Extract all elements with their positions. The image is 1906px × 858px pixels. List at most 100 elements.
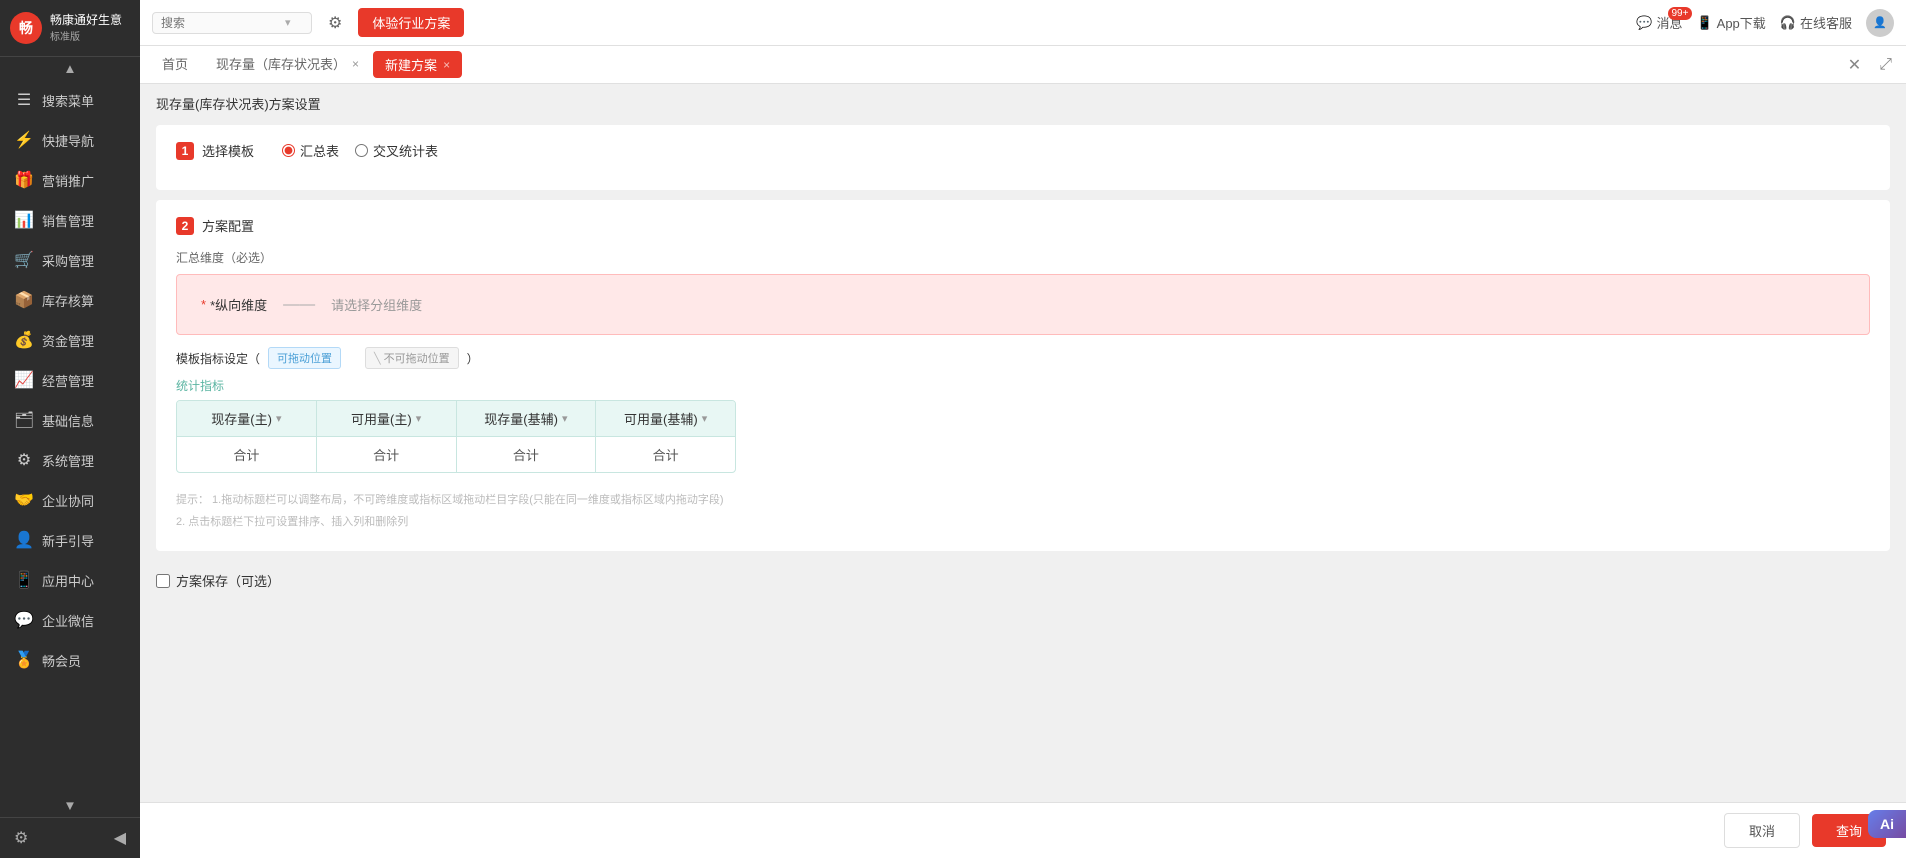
save-checkbox[interactable] [156, 574, 170, 588]
dimension-required-star: * [201, 297, 206, 312]
cancel-button[interactable]: 取消 [1724, 813, 1800, 848]
sidebar-scroll-down[interactable]: ▼ [0, 794, 140, 817]
stats-col-1-chevron: ▾ [276, 412, 282, 425]
stats-section-label: 统计指标 [176, 377, 1870, 394]
app-version: 标准版 [50, 28, 122, 43]
indicator-label-row: 模板指标设定（ 可拖动位置 ╲ 不可拖动位置 ） [176, 347, 1870, 369]
trial-industry-btn[interactable]: 体验行业方案 [358, 8, 464, 37]
sidebar-item-cooperation[interactable]: 🤝 企业协同 [0, 480, 140, 520]
sidebar-item-label: 基础信息 [42, 411, 94, 430]
message-btn[interactable]: 💬 消息 99+ [1636, 13, 1682, 32]
sidebar-item-label: 新手引导 [42, 531, 94, 550]
step2-badge: 2 [176, 217, 194, 235]
stats-col-4[interactable]: 可用量(基辅) ▾ [596, 401, 735, 436]
sidebar-item-label: 畅会员 [42, 651, 81, 670]
step1-title: 选择模板 [202, 141, 254, 160]
tips-line-2: 2. 点击标题栏下拉可设置排序、插入列和删除列 [176, 514, 1870, 532]
stats-col-3-chevron: ▾ [562, 412, 568, 425]
sidebar-item-quicknav[interactable]: ⚡ 快捷导航 [0, 120, 140, 160]
sidebar-item-label: 经营管理 [42, 371, 94, 390]
dimension-box[interactable]: * *纵向维度 —— 请选择分组维度 [176, 274, 1870, 335]
tab-home[interactable]: 首页 [148, 48, 202, 81]
radio-crosstab-input[interactable] [355, 144, 368, 157]
sidebar-item-label: 应用中心 [42, 571, 94, 590]
sidebar-item-purchase[interactable]: 🛒 采购管理 [0, 240, 140, 280]
tab-new-plan-close[interactable]: × [443, 58, 450, 72]
sidebar-item-sales[interactable]: 📊 销售管理 [0, 200, 140, 240]
tab-home-label: 首页 [162, 54, 188, 73]
marketing-icon: 🎁 [14, 170, 34, 190]
draggable-badge: 可拖动位置 [268, 347, 341, 369]
cooperation-icon: 🤝 [14, 490, 34, 510]
appstore-icon: 📱 [14, 570, 34, 590]
sidebar: 畅 畅康通好生意 标准版 ▲ ☰ 搜索菜单 ⚡ 快捷导航 🎁 营销推广 📊 销售… [0, 0, 140, 858]
sidebar-logo-icon: 畅 [10, 12, 42, 44]
sidebar-item-label: 销售管理 [42, 211, 94, 230]
sidebar-item-inventory[interactable]: 📦 库存核算 [0, 280, 140, 320]
non-draggable-badge: ╲ 不可拖动位置 [365, 347, 459, 369]
radio-summary[interactable]: 汇总表 [282, 141, 339, 160]
sidebar-collapse-btn[interactable]: ◀ [114, 828, 126, 848]
sidebar-item-wechat[interactable]: 💬 企业微信 [0, 600, 140, 640]
stats-cell-2: 合计 [317, 437, 457, 472]
tabs-right-controls: ✕ ⤢ [1842, 53, 1898, 77]
dimension-required-label: 汇总维度（必选） [176, 249, 1870, 266]
online-service-btn[interactable]: 🎧 在线客服 [1780, 13, 1852, 32]
save-option: 方案保存（可选） [156, 561, 1890, 600]
dimension-placeholder: 请选择分组维度 [331, 295, 422, 314]
sidebar-item-label: 库存核算 [42, 291, 94, 310]
radio-crosstab[interactable]: 交叉统计表 [355, 141, 438, 160]
tab-new-plan[interactable]: 新建方案 × [373, 51, 462, 78]
sidebar-item-appstore[interactable]: 📱 应用中心 [0, 560, 140, 600]
sidebar-item-label: 采购管理 [42, 251, 94, 270]
stats-table-header: 现存量(主) ▾ 可用量(主) ▾ 现存量(基辅) ▾ 可用量(基辅) [177, 401, 735, 436]
finance-icon: 💰 [14, 330, 34, 350]
basic-info-icon: 🗂 [14, 410, 34, 430]
search-input[interactable] [161, 16, 281, 30]
sidebar-item-basic-info[interactable]: 🗂 基础信息 [0, 400, 140, 440]
radio-summary-input[interactable] [282, 144, 295, 157]
message-icon: 💬 [1636, 15, 1652, 31]
dimension-separator: —— [283, 296, 315, 314]
topbar-settings-btn[interactable]: ⚙ [322, 11, 348, 35]
stats-col-2[interactable]: 可用量(主) ▾ [317, 401, 457, 436]
tips-box: 提示： 1.拖动标题栏可以调整布局，不可跨维度或指标区域拖动栏目字段(只能在同一… [176, 492, 1870, 531]
indicator-label: 模板指标设定（ [176, 350, 260, 367]
stats-col-1[interactable]: 现存量(主) ▾ [177, 401, 317, 436]
sidebar-item-member[interactable]: 🏅 畅会员 [0, 640, 140, 680]
template-radio-group: 汇总表 交叉统计表 [282, 141, 438, 160]
vertical-dim-label: *纵向维度 [210, 295, 267, 314]
stats-table: 现存量(主) ▾ 可用量(主) ▾ 现存量(基辅) ▾ 可用量(基辅) [176, 400, 736, 473]
radio-summary-label: 汇总表 [300, 141, 339, 160]
sidebar-item-search[interactable]: ☰ 搜索菜单 [0, 80, 140, 120]
sidebar-item-management[interactable]: 📈 经营管理 [0, 360, 140, 400]
user-avatar[interactable]: 👤 [1866, 9, 1894, 37]
sidebar-item-label: 营销推广 [42, 171, 94, 190]
sidebar-item-finance[interactable]: 💰 资金管理 [0, 320, 140, 360]
sidebar-settings-btn[interactable]: ⚙ [14, 828, 28, 848]
topbar-right: 💬 消息 99+ 📱 App下载 🎧 在线客服 👤 [1636, 9, 1894, 37]
sidebar-item-marketing[interactable]: 🎁 营销推广 [0, 160, 140, 200]
sidebar-item-system[interactable]: ⚙ 系统管理 [0, 440, 140, 480]
step1-header: 1 选择模板 汇总表 交叉统计表 [176, 141, 1870, 160]
stats-cell-3: 合计 [457, 437, 597, 472]
radio-crosstab-label: 交叉统计表 [373, 141, 438, 160]
sidebar-item-guide[interactable]: 👤 新手引导 [0, 520, 140, 560]
sidebar-scroll-up[interactable]: ▲ [0, 57, 140, 80]
stats-col-3[interactable]: 现存量(基辅) ▾ [457, 401, 597, 436]
topbar-search-box[interactable]: ▾ [152, 12, 312, 34]
service-label: 在线客服 [1800, 13, 1852, 32]
member-icon: 🏅 [14, 650, 34, 670]
tabs-close-all-btn[interactable]: ✕ [1842, 53, 1867, 77]
tab-inventory-label: 现存量（库存状况表） [216, 54, 346, 73]
stats-col-2-label: 可用量(主) [351, 409, 412, 428]
step2-section: 2 方案配置 汇总维度（必选） * *纵向维度 —— 请选择分组维度 模板指标设… [156, 200, 1890, 551]
tab-inventory-close[interactable]: × [352, 57, 359, 71]
tips-line-1: 提示： 1.拖动标题栏可以调整布局，不可跨维度或指标区域拖动栏目字段(只能在同一… [176, 492, 1870, 510]
tabs-expand-btn[interactable]: ⤢ [1873, 54, 1898, 76]
tab-inventory[interactable]: 现存量（库存状况表） × [202, 48, 373, 81]
app-download-btn[interactable]: 📱 App下载 [1696, 13, 1765, 32]
stats-col-1-label: 现存量(主) [211, 409, 272, 428]
ai-badge[interactable]: Ai [1868, 810, 1906, 838]
stats-col-2-chevron: ▾ [416, 412, 422, 425]
